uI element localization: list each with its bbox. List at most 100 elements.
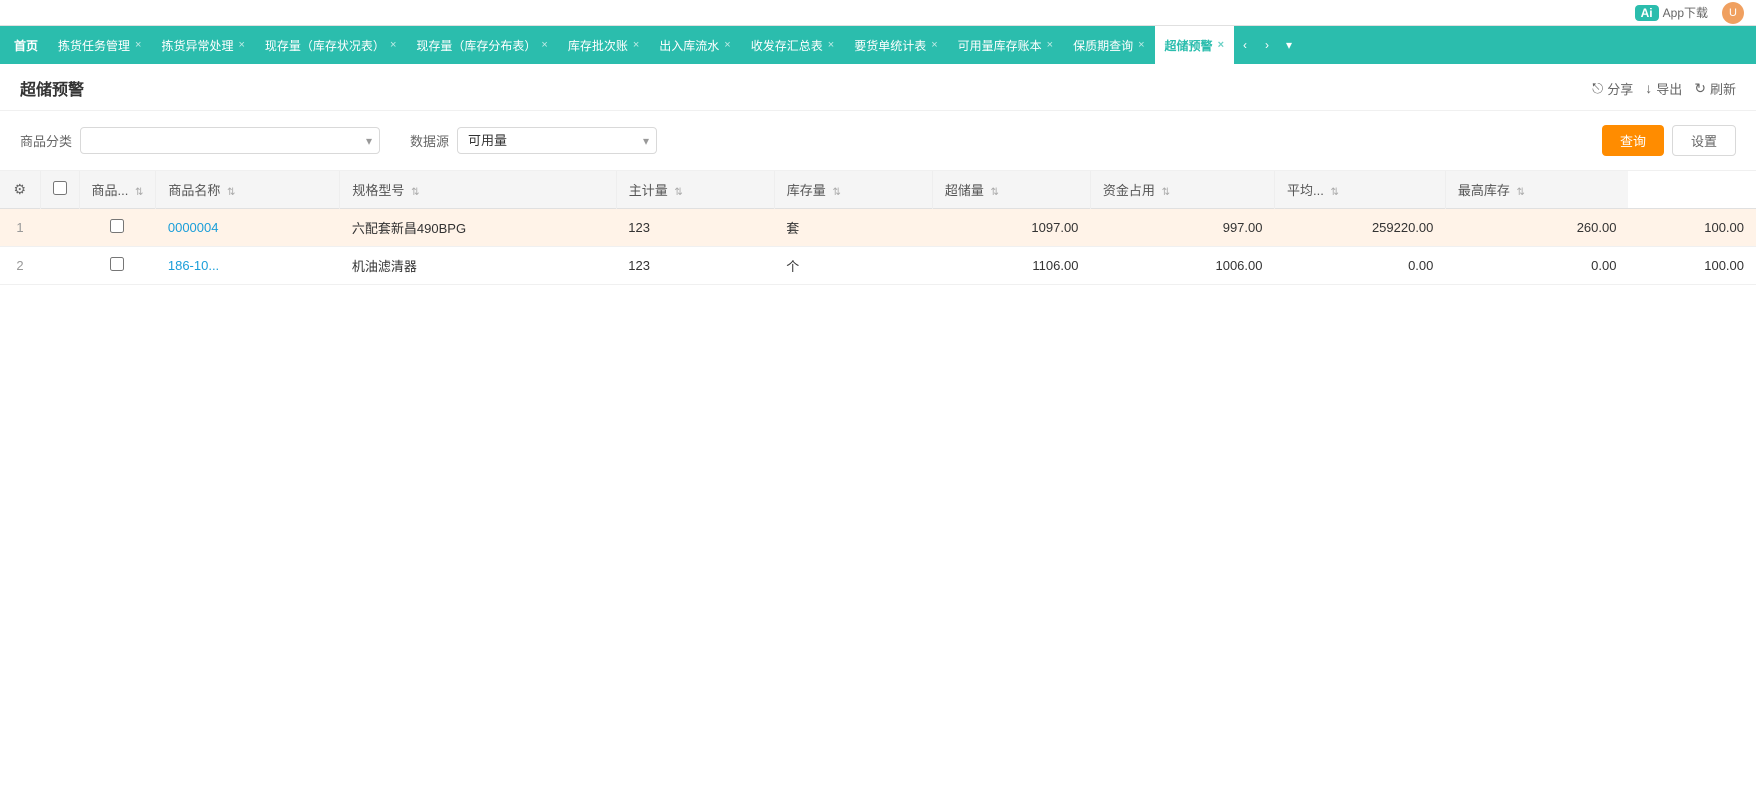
th-settings[interactable]: ⚙ — [0, 171, 40, 209]
category-select[interactable] — [80, 127, 380, 154]
row-number: 2 — [0, 247, 40, 285]
row-num-cell — [79, 247, 156, 285]
row-overstock: 997.00 — [1090, 209, 1274, 247]
avatar[interactable]: U — [1722, 2, 1744, 24]
th-capital[interactable]: 资金占用 ⇅ — [1090, 171, 1274, 209]
data-table: ⚙ 商品... ⇅ 商品名称 ⇅ 规格型号 ⇅ — [0, 171, 1756, 285]
nav-item-task-mgmt[interactable]: 拣货任务管理 × — [48, 26, 151, 64]
row-spec: 123 — [616, 247, 774, 285]
share-button[interactable]: ⎋ 分享 — [1592, 79, 1633, 98]
row-product-name: 机油滤清器 — [340, 247, 616, 285]
select-all-checkbox[interactable] — [53, 181, 67, 195]
nav-item-overstock-warning[interactable]: 超储预警 × — [1155, 26, 1234, 64]
category-filter-label: 商品分类 — [20, 131, 72, 150]
sort-icon: ⇅ — [1162, 187, 1170, 198]
datasource-filter-group: 数据源 可用量 实际库存 — [410, 127, 657, 154]
refresh-button[interactable]: ↻ 刷新 — [1694, 79, 1736, 98]
close-icon[interactable]: × — [238, 39, 244, 51]
ai-badge[interactable]: Ai — [1635, 5, 1659, 21]
sort-icon: ⇅ — [674, 187, 682, 198]
th-stock[interactable]: 库存量 ⇅ — [774, 171, 932, 209]
sort-icon: ⇅ — [832, 187, 840, 198]
nav-bar: 首页 拣货任务管理 × 拣货异常处理 × 现存量（库存状况表） × 现存量（库存… — [0, 26, 1756, 64]
export-button[interactable]: ↓ 导出 — [1645, 79, 1682, 98]
nav-item-recv-send[interactable]: 收发存汇总表 × — [741, 26, 844, 64]
th-unit[interactable]: 主计量 ⇅ — [616, 171, 774, 209]
row-capital: 0.00 — [1274, 247, 1445, 285]
close-icon[interactable]: × — [135, 39, 141, 51]
sort-icon: ⇅ — [227, 187, 235, 198]
category-filter-group: 商品分类 — [20, 127, 380, 154]
row-product-name: 六配套新昌490BPG — [340, 209, 616, 247]
row-checkbox[interactable] — [110, 257, 124, 271]
top-bar: Ai App下载 U — [0, 0, 1756, 26]
page-header: 超储预警 ⎋ 分享 ↓ 导出 ↻ 刷新 — [0, 64, 1756, 111]
row-unit: 套 — [774, 209, 932, 247]
row-spec: 123 — [616, 209, 774, 247]
row-unit: 个 — [774, 247, 932, 285]
nav-next-arrow[interactable]: › — [1256, 26, 1278, 64]
row-overstock: 1006.00 — [1090, 247, 1274, 285]
close-icon[interactable]: × — [1047, 39, 1053, 51]
close-icon[interactable]: × — [1218, 39, 1224, 51]
row-settings-cell — [40, 247, 79, 285]
category-select-wrapper — [80, 127, 380, 154]
th-overstock[interactable]: 超储量 ⇅ — [932, 171, 1090, 209]
datasource-select-wrapper: 可用量 实际库存 — [457, 127, 657, 154]
row-number: 1 — [0, 209, 40, 247]
row-max-stock: 100.00 — [1628, 209, 1756, 247]
filter-area: 商品分类 数据源 可用量 实际库存 查询 设置 — [0, 111, 1756, 171]
th-check — [40, 171, 79, 209]
table-wrapper: ⚙ 商品... ⇅ 商品名称 ⇅ 规格型号 ⇅ — [0, 171, 1756, 285]
nav-item-in-out-flow[interactable]: 出入库流水 × — [649, 26, 740, 64]
close-icon[interactable]: × — [724, 39, 730, 51]
th-spec[interactable]: 规格型号 ⇅ — [340, 171, 616, 209]
page-actions: ⎋ 分享 ↓ 导出 ↻ 刷新 — [1592, 79, 1736, 98]
gear-icon[interactable]: ⚙ — [13, 181, 26, 197]
app-download-link[interactable]: App下载 — [1663, 4, 1708, 21]
nav-item-abnormal[interactable]: 拣货异常处理 × — [151, 26, 254, 64]
nav-prev-arrow[interactable]: ‹ — [1234, 26, 1256, 64]
close-icon[interactable]: × — [633, 39, 639, 51]
table-row: 1 0000004 六配套新昌490BPG 123 套 1097.00 997.… — [0, 209, 1756, 247]
th-avg[interactable]: 平均... ⇅ — [1274, 171, 1445, 209]
refresh-icon: ↻ — [1694, 80, 1706, 97]
table-row: 2 186-10... 机油滤清器 123 个 1106.00 1006.00 … — [0, 247, 1756, 285]
sort-icon: ⇅ — [991, 187, 999, 198]
close-icon[interactable]: × — [828, 39, 834, 51]
datasource-select[interactable]: 可用量 实际库存 — [457, 127, 657, 154]
nav-item-expiry[interactable]: 保质期查询 × — [1063, 26, 1154, 64]
nav-item-available-account[interactable]: 可用量库存账本 × — [948, 26, 1063, 64]
row-checkbox[interactable] — [110, 219, 124, 233]
th-product-code[interactable]: 商品... ⇅ — [79, 171, 156, 209]
row-stock: 1097.00 — [932, 209, 1090, 247]
row-avg: 260.00 — [1445, 209, 1628, 247]
sort-icon: ⇅ — [1517, 187, 1525, 198]
nav-item-order-stats[interactable]: 要货单统计表 × — [844, 26, 947, 64]
nav-more-arrow[interactable]: ▾ — [1278, 26, 1300, 64]
close-icon[interactable]: × — [390, 39, 396, 51]
query-button[interactable]: 查询 — [1602, 125, 1664, 156]
nav-item-batch-account[interactable]: 库存批次账 × — [558, 26, 649, 64]
row-product-code: 0000004 — [156, 209, 340, 247]
row-max-stock: 100.00 — [1628, 247, 1756, 285]
table-header: ⚙ 商品... ⇅ 商品名称 ⇅ 规格型号 ⇅ — [0, 171, 1756, 209]
datasource-filter-label: 数据源 — [410, 131, 449, 150]
filter-actions: 查询 设置 — [1602, 125, 1736, 156]
row-settings-cell — [40, 209, 79, 247]
row-capital: 259220.00 — [1274, 209, 1445, 247]
row-num-cell — [79, 209, 156, 247]
settings-button[interactable]: 设置 — [1672, 125, 1736, 156]
share-icon: ⎋ — [1592, 80, 1603, 97]
top-bar-ai-section: Ai App下载 U — [1635, 2, 1744, 24]
nav-item-inventory-dist[interactable]: 现存量（库存分布表） × — [406, 26, 557, 64]
close-icon[interactable]: × — [1138, 39, 1144, 51]
nav-item-home[interactable]: 首页 — [4, 26, 48, 64]
close-icon[interactable]: × — [931, 39, 937, 51]
row-stock: 1106.00 — [932, 247, 1090, 285]
nav-item-inventory-status[interactable]: 现存量（库存状况表） × — [255, 26, 406, 64]
th-product-name[interactable]: 商品名称 ⇅ — [156, 171, 340, 209]
close-icon[interactable]: × — [541, 39, 547, 51]
row-product-code: 186-10... — [156, 247, 340, 285]
th-max-stock[interactable]: 最高库存 ⇅ — [1445, 171, 1628, 209]
